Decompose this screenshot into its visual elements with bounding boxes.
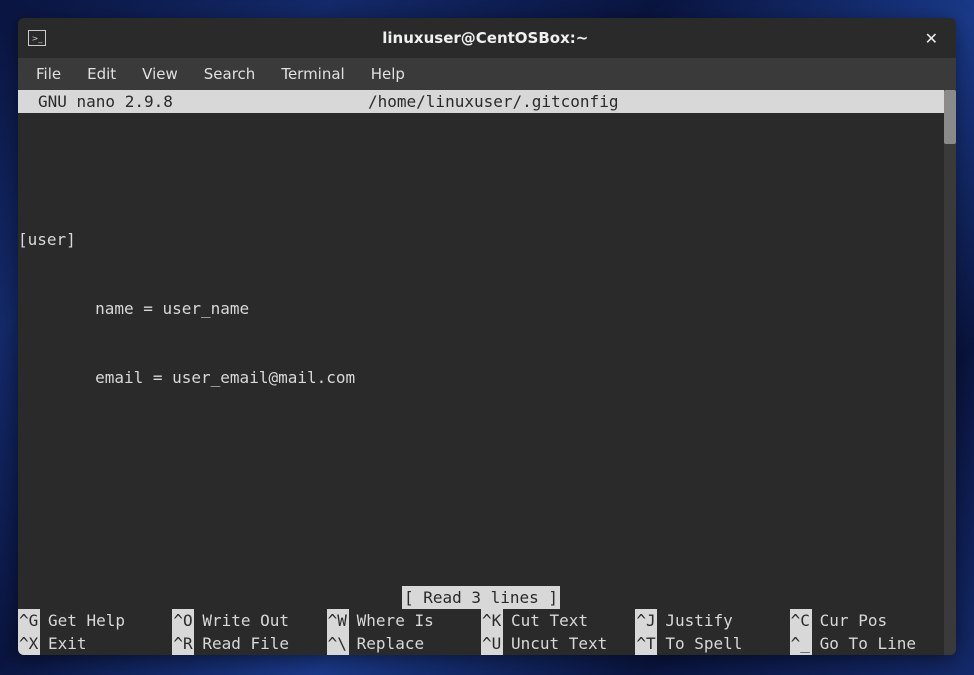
shortcut-exit: ^XExit [18,632,172,655]
shortcut-write-out: ^OWrite Out [172,609,326,632]
content-line-3: email = user_email@mail.com [18,366,944,389]
menu-view[interactable]: View [130,61,190,87]
shortcut-where-is: ^WWhere Is [327,609,481,632]
shortcut-replace: ^\Replace [327,632,481,655]
menu-terminal[interactable]: Terminal [269,61,356,87]
shortcut-cur-pos: ^CCur Pos [790,609,944,632]
terminal-area[interactable]: GNU nano 2.9.8 /home/linuxuser/.gitconfi… [18,90,956,655]
window-titlebar[interactable]: >_ linuxuser@CentOSBox:~ ✕ [18,18,956,58]
nano-status-line: [ Read 3 lines ] [18,586,944,609]
shortcut-cut-text: ^KCut Text [481,609,635,632]
shortcut-justify: ^JJustify [635,609,789,632]
terminal-window: >_ linuxuser@CentOSBox:~ ✕ File Edit Vie… [18,18,956,655]
close-icon[interactable]: ✕ [917,25,946,52]
shortcut-uncut-text: ^UUncut Text [481,632,635,655]
terminal-scrollbar[interactable] [944,90,956,655]
editor-content[interactable]: [user] name = user_name email = user_ema… [18,113,944,435]
window-title: linuxuser@CentOSBox:~ [54,29,917,47]
menu-search[interactable]: Search [192,61,268,87]
shortcut-to-spell: ^TTo Spell [635,632,789,655]
scrollbar-thumb[interactable] [944,90,956,144]
menu-help[interactable]: Help [359,61,417,87]
content-line-2: name = user_name [18,297,944,320]
nano-filepath: /home/linuxuser/.gitconfig [368,90,618,113]
shortcut-go-to-line: ^_Go To Line [790,632,944,655]
nano-shortcut-bar: ^GGet Help ^OWrite Out ^WWhere Is ^KCut … [18,609,944,655]
desktop-background: >_ linuxuser@CentOSBox:~ ✕ File Edit Vie… [0,0,974,675]
terminal-icon: >_ [28,30,46,46]
nano-editor[interactable]: GNU nano 2.9.8 /home/linuxuser/.gitconfi… [18,90,944,655]
shortcut-get-help: ^GGet Help [18,609,172,632]
shortcut-read-file: ^RRead File [172,632,326,655]
menu-bar: File Edit View Search Terminal Help [18,58,956,90]
nano-version: GNU nano 2.9.8 [38,90,368,113]
menu-file[interactable]: File [24,61,73,87]
nano-status-text: [ Read 3 lines ] [402,586,560,609]
content-line-1: [user] [18,228,944,251]
menu-edit[interactable]: Edit [75,61,128,87]
nano-titlebar: GNU nano 2.9.8 /home/linuxuser/.gitconfi… [18,90,944,113]
